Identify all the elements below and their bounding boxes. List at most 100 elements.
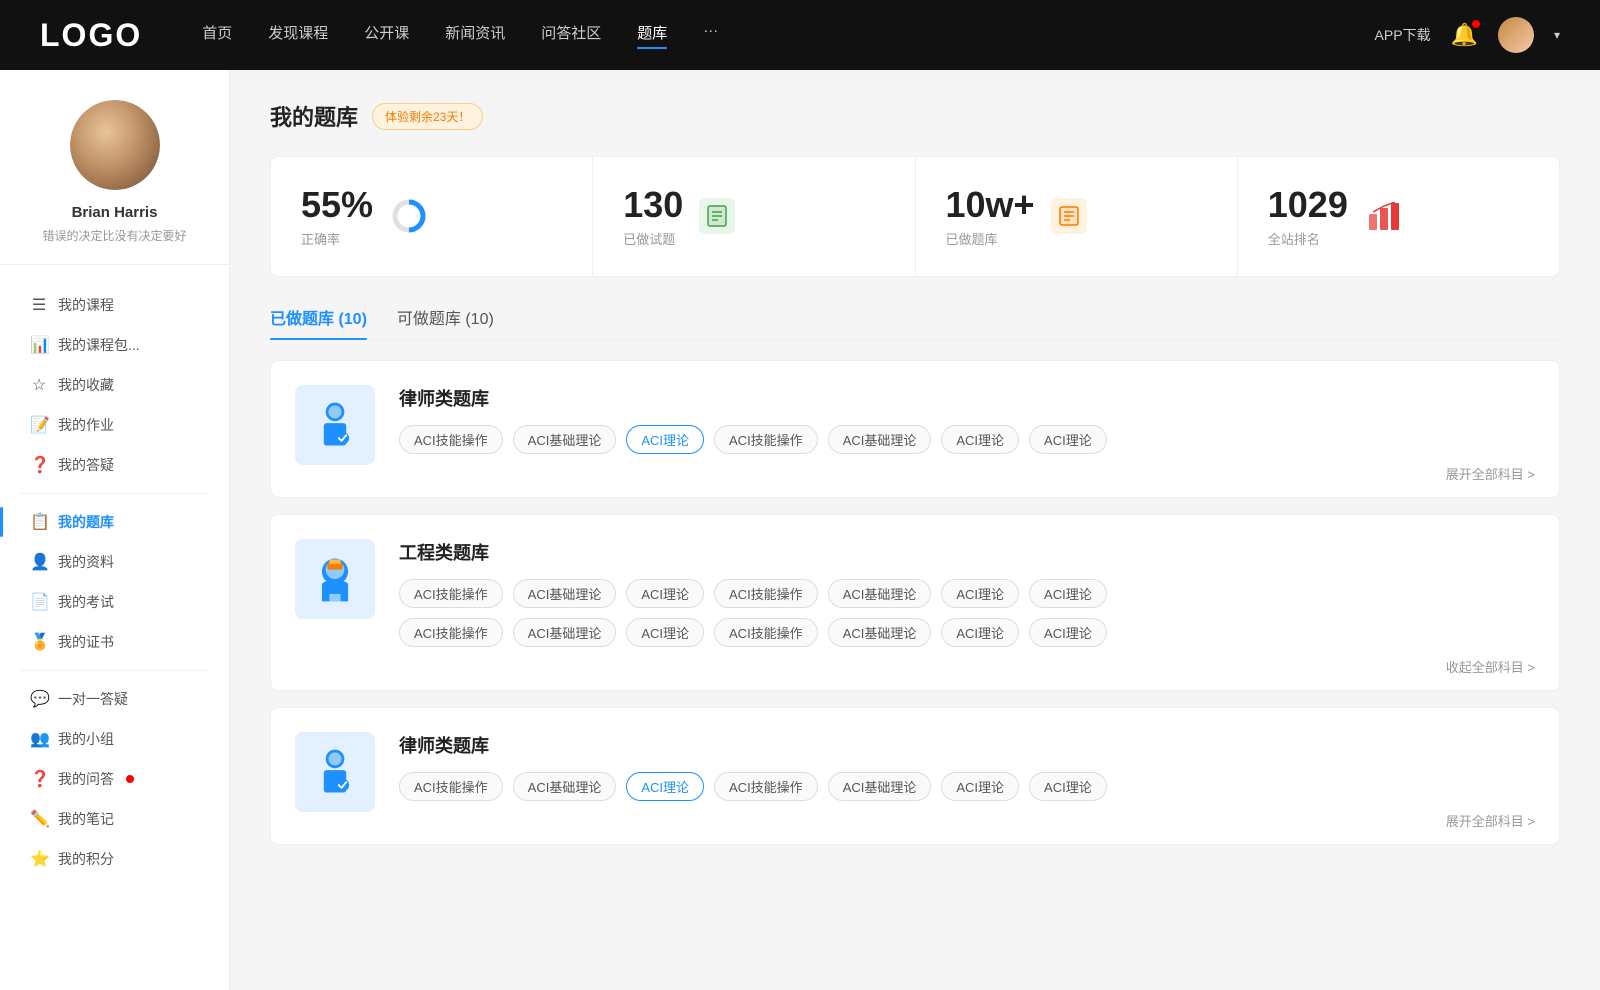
notes-icon: ✏️ bbox=[30, 809, 48, 829]
rank-icon bbox=[1364, 196, 1404, 236]
sidebar-item-my-qa[interactable]: ❓ 我的问答 bbox=[0, 759, 229, 799]
tag-eng-r2-2[interactable]: ACI基础理论 bbox=[513, 618, 617, 647]
sidebar-item-certificate[interactable]: 🏅 我的证书 bbox=[0, 622, 229, 662]
stat-questions-label: 已做试题 bbox=[623, 229, 683, 248]
tab-available-banks[interactable]: 可做题库 (10) bbox=[397, 305, 494, 339]
tag-lawyer-3-active[interactable]: ACI理论 bbox=[626, 425, 704, 454]
lawyer2-expand-btn[interactable]: 展开全部科目 > bbox=[399, 811, 1535, 830]
tag-lawyer-7[interactable]: ACI理论 bbox=[1029, 425, 1107, 454]
tag-eng-r2-3[interactable]: ACI理论 bbox=[626, 618, 704, 647]
lawyer-category-tags: ACI技能操作 ACI基础理论 ACI理论 ACI技能操作 ACI基础理论 AC… bbox=[399, 425, 1535, 454]
engineer-category-body: 工程类题库 ACI技能操作 ACI基础理论 ACI理论 ACI技能操作 ACI基… bbox=[399, 539, 1535, 676]
tag-lawyer-5[interactable]: ACI基础理论 bbox=[828, 425, 932, 454]
sidebar-label-quiz-bank: 我的题库 bbox=[58, 512, 114, 532]
nav-item-news[interactable]: 新闻资讯 bbox=[445, 22, 505, 49]
nav-item-qa[interactable]: 问答社区 bbox=[541, 22, 601, 49]
lawyer-category-body: 律师类题库 ACI技能操作 ACI基础理论 ACI理论 ACI技能操作 ACI基… bbox=[399, 385, 1535, 483]
tag-eng-r2-7[interactable]: ACI理论 bbox=[1029, 618, 1107, 647]
nav-item-more[interactable]: ··· bbox=[703, 22, 718, 49]
exam-icon: 📄 bbox=[30, 592, 48, 612]
stats-row: 55% 正确率 130 已做试题 bbox=[270, 156, 1560, 277]
notification-dot bbox=[1472, 20, 1480, 28]
stat-banks-text: 10w+ 已做题库 bbox=[946, 185, 1035, 248]
group-icon: 👥 bbox=[30, 729, 48, 749]
stat-banks-done: 10w+ 已做题库 bbox=[916, 157, 1238, 276]
tag-eng-1[interactable]: ACI技能操作 bbox=[399, 579, 503, 608]
tag-lawyer-2[interactable]: ACI基础理论 bbox=[513, 425, 617, 454]
sidebar-label-certificate: 我的证书 bbox=[58, 632, 114, 652]
tag-lawyer-1[interactable]: ACI技能操作 bbox=[399, 425, 503, 454]
stat-questions-text: 130 已做试题 bbox=[623, 185, 683, 248]
tag-eng-3[interactable]: ACI理论 bbox=[626, 579, 704, 608]
sidebar-label-course-package: 我的课程包... bbox=[58, 335, 140, 355]
sidebar-item-profile[interactable]: 👤 我的资料 bbox=[0, 542, 229, 582]
qa-notification-dot bbox=[126, 775, 134, 783]
tag-eng-r2-5[interactable]: ACI基础理论 bbox=[828, 618, 932, 647]
nav-item-open[interactable]: 公开课 bbox=[364, 22, 409, 49]
sidebar-item-quiz-bank[interactable]: 📋 我的题库 bbox=[0, 502, 229, 542]
tag-lawyer-4[interactable]: ACI技能操作 bbox=[714, 425, 818, 454]
sidebar-item-my-courses[interactable]: ☰ 我的课程 bbox=[0, 285, 229, 325]
lawyer2-category-body: 律师类题库 ACI技能操作 ACI基础理论 ACI理论 ACI技能操作 ACI基… bbox=[399, 732, 1535, 830]
tag-eng-5[interactable]: ACI基础理论 bbox=[828, 579, 932, 608]
page-title-row: 我的题库 体验剩余23天！ bbox=[270, 100, 1560, 132]
sidebar-label-notes: 我的笔记 bbox=[58, 809, 114, 829]
lawyer2-category-title: 律师类题库 bbox=[399, 732, 1535, 758]
sidebar-item-groups[interactable]: 👥 我的小组 bbox=[0, 719, 229, 759]
sidebar-label-questions: 我的答疑 bbox=[58, 455, 114, 475]
sidebar: Brian Harris 错误的决定比没有决定要好 ☰ 我的课程 📊 我的课程包… bbox=[0, 70, 230, 990]
tab-done-banks[interactable]: 已做题库 (10) bbox=[270, 305, 367, 339]
user-avatar[interactable] bbox=[1498, 17, 1534, 53]
tag-lawyer2-1[interactable]: ACI技能操作 bbox=[399, 772, 503, 801]
sidebar-item-homework[interactable]: 📝 我的作业 bbox=[0, 405, 229, 445]
sidebar-label-groups: 我的小组 bbox=[58, 729, 114, 749]
sidebar-item-questions[interactable]: ❓ 我的答疑 bbox=[0, 445, 229, 485]
tag-eng-6[interactable]: ACI理论 bbox=[941, 579, 1019, 608]
engineer-collapse-btn[interactable]: 收起全部科目 > bbox=[399, 657, 1535, 676]
one-on-one-icon: 💬 bbox=[30, 689, 48, 709]
course-package-icon: 📊 bbox=[30, 335, 48, 355]
sidebar-item-favorites[interactable]: ☆ 我的收藏 bbox=[0, 365, 229, 405]
sidebar-label-homework: 我的作业 bbox=[58, 415, 114, 435]
nav-item-home[interactable]: 首页 bbox=[202, 22, 232, 49]
sidebar-username: Brian Harris bbox=[72, 204, 158, 221]
sidebar-profile: Brian Harris 错误的决定比没有决定要好 bbox=[0, 100, 229, 265]
lawyer2-category-tags: ACI技能操作 ACI基础理论 ACI理论 ACI技能操作 ACI基础理论 AC… bbox=[399, 772, 1535, 801]
tag-lawyer2-6[interactable]: ACI理论 bbox=[941, 772, 1019, 801]
trial-badge: 体验剩余23天！ bbox=[372, 103, 483, 130]
tag-lawyer2-4[interactable]: ACI技能操作 bbox=[714, 772, 818, 801]
lawyer-expand-btn[interactable]: 展开全部科目 > bbox=[399, 464, 1535, 483]
sidebar-label-profile: 我的资料 bbox=[58, 552, 114, 572]
sidebar-item-course-package[interactable]: 📊 我的课程包... bbox=[0, 325, 229, 365]
tag-eng-2[interactable]: ACI基础理论 bbox=[513, 579, 617, 608]
tag-lawyer2-3-active[interactable]: ACI理论 bbox=[626, 772, 704, 801]
page-title: 我的题库 bbox=[270, 100, 358, 132]
tag-lawyer2-5[interactable]: ACI基础理论 bbox=[828, 772, 932, 801]
tag-eng-r2-6[interactable]: ACI理论 bbox=[941, 618, 1019, 647]
notification-bell[interactable]: 🔔 bbox=[1451, 22, 1478, 48]
tag-lawyer2-7[interactable]: ACI理论 bbox=[1029, 772, 1107, 801]
stat-questions-number: 130 bbox=[623, 185, 683, 225]
user-dropdown-arrow[interactable]: ▾ bbox=[1554, 28, 1560, 42]
category-card-lawyer: 律师类题库 ACI技能操作 ACI基础理论 ACI理论 ACI技能操作 ACI基… bbox=[270, 360, 1560, 498]
logo: LOGO bbox=[40, 17, 142, 54]
homework-icon: 📝 bbox=[30, 415, 48, 435]
app-download-link[interactable]: APP下载 bbox=[1375, 25, 1431, 45]
tag-eng-7[interactable]: ACI理论 bbox=[1029, 579, 1107, 608]
sidebar-item-points[interactable]: ⭐ 我的积分 bbox=[0, 839, 229, 879]
sidebar-item-notes[interactable]: ✏️ 我的笔记 bbox=[0, 799, 229, 839]
tag-eng-r2-1[interactable]: ACI技能操作 bbox=[399, 618, 503, 647]
tag-eng-r2-4[interactable]: ACI技能操作 bbox=[714, 618, 818, 647]
sidebar-label-exam: 我的考试 bbox=[58, 592, 114, 612]
tag-eng-4[interactable]: ACI技能操作 bbox=[714, 579, 818, 608]
lawyer-category-icon bbox=[295, 385, 375, 465]
tag-lawyer-6[interactable]: ACI理论 bbox=[941, 425, 1019, 454]
stat-accuracy-text: 55% 正确率 bbox=[301, 185, 373, 248]
sidebar-item-one-on-one[interactable]: 💬 一对一答疑 bbox=[0, 679, 229, 719]
question-icon: ❓ bbox=[30, 455, 48, 475]
sidebar-item-exam[interactable]: 📄 我的考试 bbox=[0, 582, 229, 622]
nav-item-courses[interactable]: 发现课程 bbox=[268, 22, 328, 49]
profile-icon: 👤 bbox=[30, 552, 48, 572]
tag-lawyer2-2[interactable]: ACI基础理论 bbox=[513, 772, 617, 801]
nav-item-quiz[interactable]: 题库 bbox=[637, 22, 667, 49]
